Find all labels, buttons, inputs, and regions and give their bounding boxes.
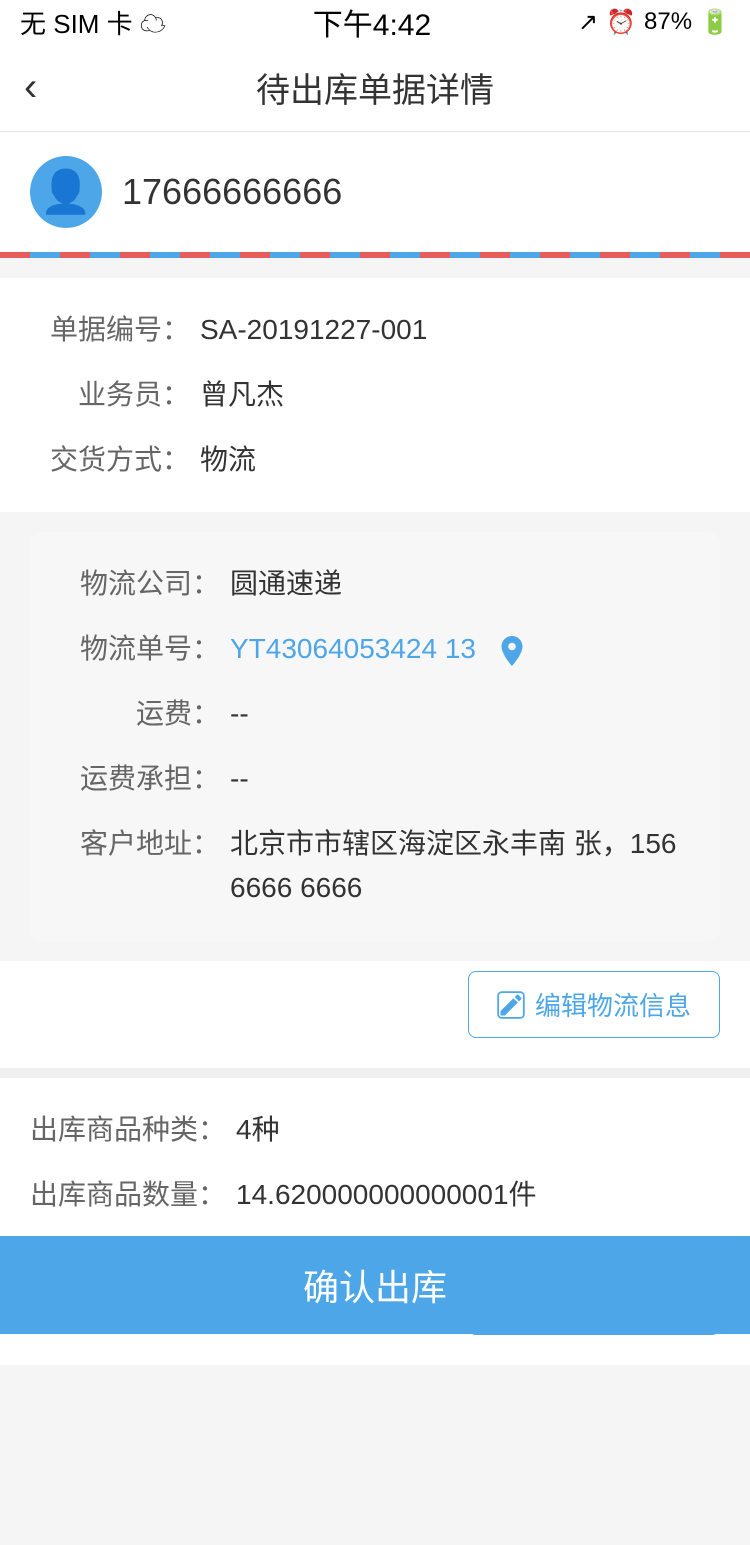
edit-logistics-container: 编辑物流信息 <box>0 961 750 1068</box>
delivery-value: 物流 <box>200 438 720 483</box>
order-info-section: 单据编号： SA-20191227-001 业务员： 曾凡杰 交货方式： 物流 <box>0 278 750 512</box>
section-divider <box>0 1068 750 1078</box>
address-label: 客户地址： <box>60 822 220 867</box>
goods-quantity-value: 14.620000000000001件 <box>236 1173 720 1218</box>
customer-phone: 17666666666 <box>122 171 342 213</box>
location-pin-icon[interactable] <box>494 633 530 669</box>
goods-section: 出库商品种类： 4种 出库商品数量： 14.620000000000001件 <box>0 1078 750 1248</box>
page-title: 待出库单据详情 <box>256 63 494 112</box>
confirm-button-label: 确认出库 <box>303 1259 447 1311</box>
edit-logistics-button[interactable]: 编辑物流信息 <box>468 971 720 1038</box>
status-bar-right: ↗ ⏰ 87% 🔋 <box>578 8 730 37</box>
logistics-card: 物流公司： 圆通速递 物流单号： YT43064053424 13 运费： --… <box>30 532 720 941</box>
bottom-spacer <box>0 1365 750 1545</box>
status-bar-left: 无 SIM 卡 ☁ <box>20 4 166 41</box>
battery-icon: 🔋 <box>700 8 730 37</box>
order-no-label: 单据编号： <box>30 308 190 353</box>
logistics-tracking-row: 物流单号： YT43064053424 13 <box>60 627 690 672</box>
delivery-row: 交货方式： 物流 <box>30 438 720 483</box>
goods-type-label: 出库商品种类： <box>30 1108 226 1153</box>
order-no-value: SA-20191227-001 <box>200 308 720 353</box>
logistics-company-row: 物流公司： 圆通速递 <box>60 562 690 607</box>
logistics-company-value: 圆通速递 <box>230 562 690 607</box>
delivery-label: 交货方式： <box>30 438 190 483</box>
alarm-icon: ⏰ <box>606 8 636 37</box>
logistics-tracking-label: 物流单号： <box>60 627 220 672</box>
logistics-company-label: 物流公司： <box>60 562 220 607</box>
status-bar: 无 SIM 卡 ☁ 下午4:42 ↗ ⏰ 87% 🔋 <box>0 0 750 44</box>
location-icon-status: ↗ <box>578 8 598 37</box>
dashed-divider <box>0 252 750 258</box>
edit-logistics-label: 编辑物流信息 <box>535 986 691 1023</box>
freight-bear-row: 运费承担： -- <box>60 757 690 802</box>
order-no-row: 单据编号： SA-20191227-001 <box>30 308 720 353</box>
edit-icon <box>497 991 525 1019</box>
address-row: 客户地址： 北京市市辖区海淀区永丰南 张，156 6666 6666 <box>60 822 690 912</box>
freight-label: 运费： <box>60 692 220 737</box>
logistics-tracking-value: YT43064053424 13 <box>230 627 690 672</box>
freight-bear-label: 运费承担： <box>60 757 220 802</box>
user-icon: 👤 <box>40 168 92 217</box>
freight-bear-value: -- <box>230 757 690 802</box>
battery-label: 87% <box>644 8 692 36</box>
salesman-label: 业务员： <box>30 373 190 418</box>
sim-label: 无 SIM 卡 ☁ <box>20 4 166 41</box>
customer-header: 👤 17666666666 <box>0 132 750 252</box>
goods-quantity-label: 出库商品数量： <box>30 1173 226 1218</box>
salesman-row: 业务员： 曾凡杰 <box>30 373 720 418</box>
freight-value: -- <box>230 692 690 737</box>
address-value: 北京市市辖区海淀区永丰南 张，156 6666 6666 <box>230 822 690 912</box>
status-bar-time: 下午4:42 <box>313 0 431 44</box>
nav-bar: ‹ 待出库单据详情 <box>0 44 750 132</box>
freight-row: 运费： -- <box>60 692 690 737</box>
avatar: 👤 <box>30 156 102 228</box>
goods-type-value: 4种 <box>236 1108 720 1153</box>
salesman-value: 曾凡杰 <box>200 373 720 418</box>
confirm-bar[interactable]: 确认出库 <box>0 1236 750 1334</box>
goods-quantity-row: 出库商品数量： 14.620000000000001件 <box>30 1173 720 1218</box>
goods-type-row: 出库商品种类： 4种 <box>30 1108 720 1153</box>
back-button[interactable]: ‹ <box>24 65 37 110</box>
